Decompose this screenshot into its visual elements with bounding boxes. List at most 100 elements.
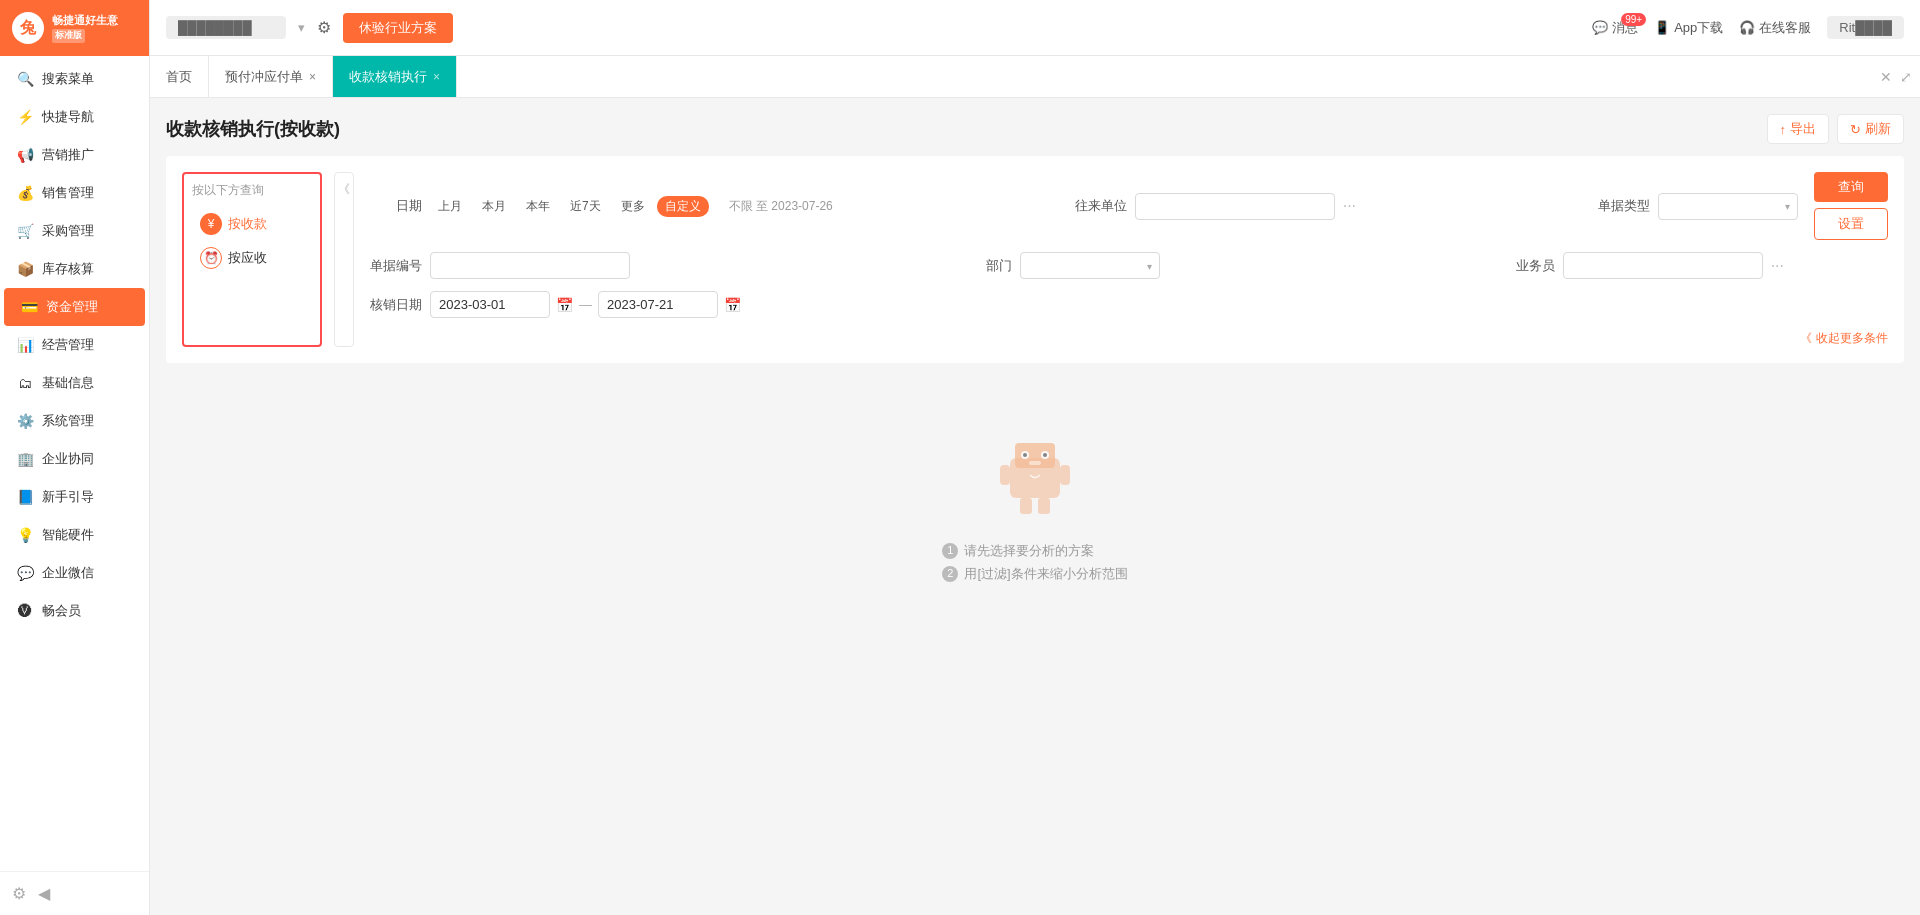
form-action-buttons: 查询 设置: [1814, 172, 1888, 240]
sidebar: 兔 畅捷通好生意 标准版 🔍 搜索菜单 ⚡ 快捷导航 📢 营销推广 💰 销售管理…: [0, 0, 150, 915]
sidebar-item-operation-label: 经营管理: [42, 336, 94, 354]
svg-rect-7: [1000, 465, 1010, 485]
sidebar-item-member[interactable]: 🅥 畅会员: [0, 592, 149, 630]
date-this-month-button[interactable]: 本月: [474, 196, 514, 217]
voucher-no-label: 单据编号: [366, 257, 422, 275]
empty-illustration: [985, 423, 1085, 523]
writeoff-date-end-input[interactable]: [598, 291, 718, 318]
sales-icon: 💰: [16, 185, 34, 201]
voucher-type-select[interactable]: [1658, 193, 1798, 220]
inventory-icon: 📦: [16, 261, 34, 277]
sidebar-nav: 🔍 搜索菜单 ⚡ 快捷导航 📢 营销推广 💰 销售管理 🛒 采购管理 📦 库存核…: [0, 56, 149, 871]
tab-home[interactable]: 首页: [150, 56, 209, 97]
tab-writeoff[interactable]: 收款核销执行 ×: [333, 56, 457, 97]
settings-icon[interactable]: ⚙: [12, 884, 26, 903]
writeoff-date-label: 核销日期: [366, 296, 422, 314]
sidebar-item-basic[interactable]: 🗂 基础信息: [0, 364, 149, 402]
sidebar-item-guide[interactable]: 📘 新手引导: [0, 478, 149, 516]
writeoff-date-end-cal-icon[interactable]: 📅: [724, 297, 741, 313]
dept-field: 部门: [984, 252, 1160, 279]
solution-button[interactable]: 休验行业方案: [343, 13, 453, 43]
date-separator: —: [579, 297, 592, 312]
staff-dots-icon[interactable]: ···: [1771, 257, 1784, 275]
service-action[interactable]: 🎧 在线客服: [1739, 19, 1811, 37]
collapse-more-button[interactable]: 《 收起更多条件: [1800, 330, 1888, 347]
sidebar-item-inventory-label: 库存核算: [42, 260, 94, 278]
tab-home-label: 首页: [166, 68, 192, 86]
tab-expand-button[interactable]: ⤢: [1900, 69, 1912, 85]
tab-prepay[interactable]: 预付冲应付单 ×: [209, 56, 333, 97]
sidebar-item-operation[interactable]: 📊 经营管理: [0, 326, 149, 364]
writeoff-date-group: 📅 — 📅: [430, 291, 741, 318]
counterparty-field: 往来单位 ···: [1075, 193, 1356, 220]
collapse-more-section: 《 收起更多条件: [366, 330, 1888, 347]
sidebar-item-purchase[interactable]: 🛒 采购管理: [0, 212, 149, 250]
collapse-more-icon: 《: [1800, 330, 1812, 347]
date-more-button[interactable]: 更多: [613, 196, 653, 217]
topbar-gear-icon[interactable]: ⚙: [317, 18, 331, 37]
tab-prepay-label: 预付冲应付单: [225, 68, 303, 86]
voucher-no-field: 单据编号: [366, 252, 630, 279]
topbar-user[interactable]: Rit████: [1827, 16, 1904, 39]
sidebar-item-search[interactable]: 🔍 搜索菜单: [0, 60, 149, 98]
query-button[interactable]: 查询: [1814, 172, 1888, 202]
filter-option-by-receipt[interactable]: ¥ 按收款: [192, 207, 312, 241]
topbar-chevron-icon[interactable]: ▾: [298, 20, 305, 35]
export-button[interactable]: ↑ 导出: [1767, 114, 1830, 144]
date-last-month-button[interactable]: 上月: [430, 196, 470, 217]
sidebar-item-wechat-label: 企业微信: [42, 564, 94, 582]
logo-icon: 兔: [12, 12, 44, 44]
refresh-button[interactable]: ↻ 刷新: [1837, 114, 1904, 144]
svg-rect-8: [1060, 465, 1070, 485]
writeoff-date-start-cal-icon[interactable]: 📅: [556, 297, 573, 313]
writeoff-date-start-input[interactable]: [430, 291, 550, 318]
export-icon: ↑: [1780, 122, 1787, 137]
settings-button[interactable]: 设置: [1814, 208, 1888, 240]
voucher-no-input[interactable]: [430, 252, 630, 279]
counterparty-input[interactable]: [1135, 193, 1335, 220]
refresh-icon: ↻: [1850, 122, 1861, 137]
sidebar-item-system[interactable]: ⚙️ 系统管理: [0, 402, 149, 440]
date-label: 日期: [366, 197, 422, 215]
filter-panel: 按以下方查询 ¥ 按收款 ⏰ 按应收: [182, 172, 322, 347]
dept-select[interactable]: [1020, 252, 1160, 279]
svg-rect-6: [1029, 461, 1041, 465]
sidebar-item-quick-nav[interactable]: ⚡ 快捷导航: [0, 98, 149, 136]
sidebar-item-marketing[interactable]: 📢 营销推广: [0, 136, 149, 174]
sidebar-item-enterprise[interactable]: 🏢 企业协同: [0, 440, 149, 478]
voucher-type-field: 单据类型: [1598, 193, 1798, 220]
topbar: ████████ ▾ ⚙ 休验行业方案 💬 消息 99+ 📱 App下载 🎧 在…: [150, 0, 1920, 56]
date-this-year-button[interactable]: 本年: [518, 196, 558, 217]
empty-state: 1 请先选择要分析的方案 2 用[过滤]条件来缩小分析范围: [166, 363, 1904, 646]
filter-row-3: 核销日期 📅 — 📅: [366, 291, 1888, 318]
sidebar-item-enterprise-label: 企业协同: [42, 450, 94, 468]
svg-point-4: [1023, 453, 1027, 457]
counterparty-dots-icon[interactable]: ···: [1343, 197, 1356, 215]
sidebar-item-sales[interactable]: 💰 销售管理: [0, 174, 149, 212]
tab-close-all-button[interactable]: ✕: [1880, 69, 1892, 85]
filter-area: 按以下方查询 ¥ 按收款 ⏰ 按应收 《 日期: [166, 156, 1904, 363]
tip-num-2: 2: [942, 566, 958, 582]
collapse-sidebar-icon[interactable]: ◀: [38, 884, 50, 903]
quick-dates: 上月 本月 本年 近7天 更多 自定义: [430, 196, 709, 217]
empty-tip-2: 2 用[过滤]条件来缩小分析范围: [942, 562, 1127, 585]
app-label: App下载: [1674, 19, 1723, 37]
page-title: 收款核销执行(按收款): [166, 117, 340, 141]
sidebar-item-finance[interactable]: 💳 资金管理: [4, 288, 145, 326]
tab-prepay-close-icon[interactable]: ×: [309, 70, 316, 84]
tab-writeoff-close-icon[interactable]: ×: [433, 70, 440, 84]
filter-option-by-receivable[interactable]: ⏰ 按应收: [192, 241, 312, 275]
dept-label: 部门: [984, 257, 1012, 275]
staff-input[interactable]: [1563, 252, 1763, 279]
filter-panel-collapse-button[interactable]: 《: [334, 172, 354, 347]
search-icon: 🔍: [16, 71, 34, 87]
sidebar-item-inventory[interactable]: 📦 库存核算: [0, 250, 149, 288]
message-action[interactable]: 💬 消息 99+: [1592, 19, 1638, 37]
page-header-actions: ↑ 导出 ↻ 刷新: [1767, 114, 1905, 144]
message-icon: 💬: [1592, 20, 1608, 35]
app-download-action[interactable]: 📱 App下载: [1654, 19, 1723, 37]
sidebar-item-hardware[interactable]: 💡 智能硬件: [0, 516, 149, 554]
sidebar-item-wechat[interactable]: 💬 企业微信: [0, 554, 149, 592]
date-no-limit: 不限 至 2023-07-26: [729, 198, 833, 215]
date-7days-button[interactable]: 近7天: [562, 196, 609, 217]
